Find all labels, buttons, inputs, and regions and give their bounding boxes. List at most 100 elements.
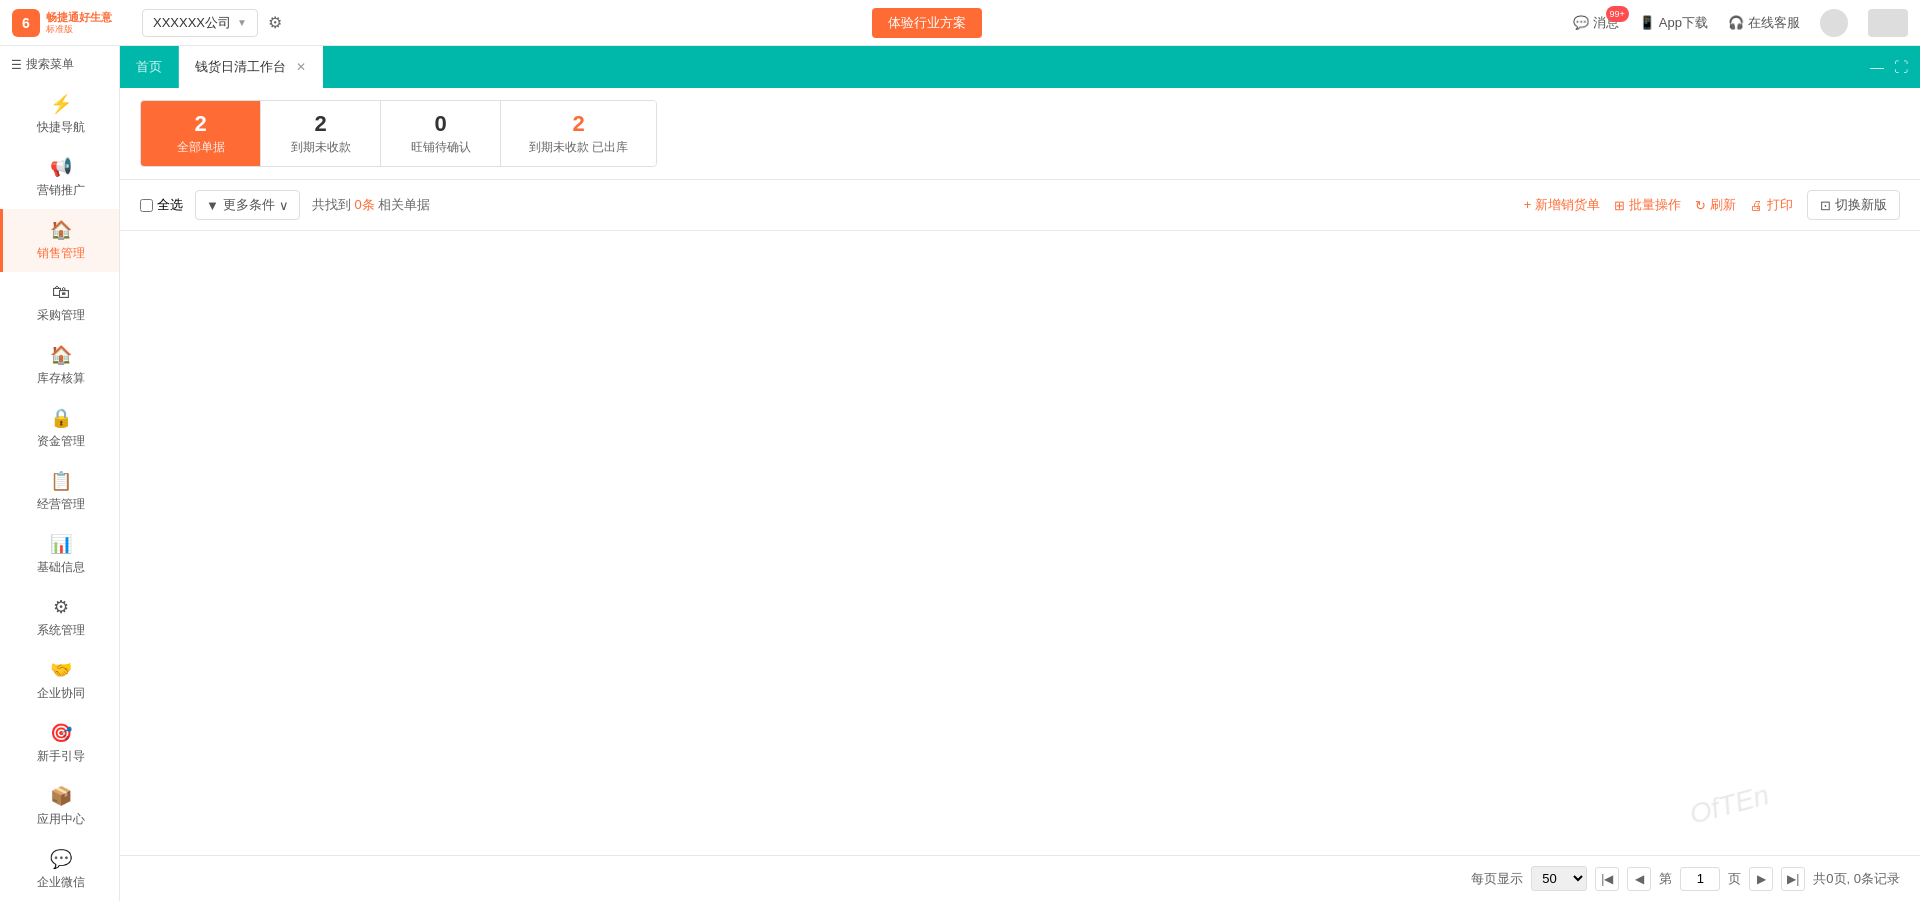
basic-info-label: 基础信息	[37, 559, 85, 576]
first-page-button[interactable]: |◀	[1595, 867, 1619, 891]
per-page-select[interactable]: 50 20 100 200	[1531, 866, 1587, 891]
sidebar-item-sales[interactable]: 🏠 销售管理	[0, 209, 119, 272]
tab-maximize-icon[interactable]: ⛶	[1894, 59, 1908, 75]
add-sale-button[interactable]: + 新增销货单	[1524, 196, 1600, 214]
tab-workbench[interactable]: 钱货日清工作台 ✕	[179, 46, 323, 88]
per-page-label: 每页显示	[1471, 870, 1523, 888]
stat-card-overdue[interactable]: 2 到期未收款	[261, 101, 381, 166]
sidebar-item-finance[interactable]: 🔒 资金管理	[0, 397, 119, 460]
print-button[interactable]: 🖨 打印	[1750, 196, 1793, 214]
search-menu-label: 搜索菜单	[26, 56, 74, 73]
system-icon: ⚙	[53, 596, 69, 618]
online-service-action[interactable]: 🎧 在线客服	[1728, 14, 1800, 32]
header-right: 💬 消息 99+ 📱 App下载 🎧 在线客服	[1573, 9, 1908, 37]
prev-page-button[interactable]: ◀	[1627, 867, 1651, 891]
tab-bar: 首页 钱货日清工作台 ✕ — ⛶	[120, 46, 1920, 88]
purchase-icon: 🛍	[52, 282, 70, 303]
stat-label-overdue: 到期未收款	[289, 139, 352, 156]
found-suffix: 相关单据	[378, 197, 430, 212]
select-all-checkbox[interactable]: 全选	[140, 196, 183, 214]
filter-arrow-icon: ∨	[279, 198, 289, 213]
operation-label: 经营管理	[37, 496, 85, 513]
batch-operation-button[interactable]: ⊞ 批量操作	[1614, 196, 1681, 214]
toolbar: 全选 ▼ 更多条件 ∨ 共找到 0条 相关单据 + 新增销货单 ⊞	[120, 180, 1920, 231]
logo-icon: 6	[12, 9, 40, 37]
quick-nav-label: 快捷导航	[37, 119, 85, 136]
sidebar-item-purchase[interactable]: 🛍 采购管理	[0, 272, 119, 334]
app-download-action[interactable]: 📱 App下载	[1639, 14, 1708, 32]
tab-actions: — ⛶	[1870, 59, 1920, 75]
finance-icon: 🔒	[50, 407, 72, 429]
sidebar-item-app-center[interactable]: 📦 应用中心	[0, 775, 119, 838]
finance-label: 资金管理	[37, 433, 85, 450]
refresh-button[interactable]: ↻ 刷新	[1695, 196, 1736, 214]
page-content: 2 全部单据 2 到期未收款 0 旺铺待确认 2 到期未收款 已出库	[120, 88, 1920, 901]
guide-label: 新手引导	[37, 748, 85, 765]
select-all-input[interactable]	[140, 199, 153, 212]
switch-version-button[interactable]: ⊡ 切换新版	[1807, 190, 1900, 220]
purchase-label: 采购管理	[37, 307, 85, 324]
content-area: 首页 钱货日清工作台 ✕ — ⛶ 2 全部单据	[120, 46, 1920, 901]
select-all-label: 全选	[157, 196, 183, 214]
table-area	[120, 231, 1920, 855]
found-text: 共找到 0条 相关单据	[312, 196, 430, 214]
quick-nav-icon: ⚡	[50, 93, 72, 115]
stat-card-overdue-shipped[interactable]: 2 到期未收款 已出库	[501, 101, 656, 166]
mobile-icon: 📱	[1639, 15, 1655, 30]
tab-workbench-label: 钱货日清工作台	[195, 58, 286, 76]
sidebar-item-basic-info[interactable]: 📊 基础信息	[0, 523, 119, 586]
pagination-footer: 每页显示 50 20 100 200 |◀ ◀ 第 页 ▶ ▶| 共0页, 0条…	[120, 855, 1920, 901]
tab-minimize-icon[interactable]: —	[1870, 59, 1884, 75]
stat-card-pending[interactable]: 0 旺铺待确认	[381, 101, 501, 166]
main-layout: ☰ 搜索菜单 ⚡ 快捷导航 📢 营销推广 🏠 销售管理 🛍 采购管理 🏠 库存核…	[0, 46, 1920, 901]
message-icon: 💬	[1573, 15, 1589, 30]
print-icon: 🖨	[1750, 198, 1763, 213]
sidebar-item-enterprise[interactable]: 🤝 企业协同	[0, 649, 119, 712]
wechat-icon: 💬	[50, 848, 72, 870]
sidebar-item-search-menu[interactable]: ☰ 搜索菜单	[0, 46, 119, 83]
company-name: XXXXXX公司	[153, 14, 231, 32]
user-extra[interactable]	[1868, 9, 1908, 37]
settings-icon[interactable]: ⚙	[268, 13, 282, 32]
company-arrow-icon: ▼	[237, 17, 247, 28]
tab-close-icon[interactable]: ✕	[296, 60, 306, 74]
stat-number-overdue: 2	[289, 111, 352, 137]
logo-text-wrap: 畅捷通好生意 标准版	[46, 11, 112, 35]
last-page-button[interactable]: ▶|	[1781, 867, 1805, 891]
company-selector[interactable]: XXXXXX公司 ▼	[142, 9, 258, 37]
headset-icon: 🎧	[1728, 15, 1744, 30]
message-action[interactable]: 💬 消息 99+	[1573, 14, 1619, 32]
operation-icon: 📋	[50, 470, 72, 492]
batch-icon: ⊞	[1614, 198, 1625, 213]
stat-card-all[interactable]: 2 全部单据	[141, 101, 261, 166]
sidebar-item-guide[interactable]: 🎯 新手引导	[0, 712, 119, 775]
sidebar-item-system[interactable]: ⚙ 系统管理	[0, 586, 119, 649]
stat-number-overdue-shipped: 2	[529, 111, 628, 137]
app-center-label: 应用中心	[37, 811, 85, 828]
toolbar-right: + 新增销货单 ⊞ 批量操作 ↻ 刷新 🖨 打印 ⊡	[1524, 190, 1900, 220]
sidebar-item-wechat[interactable]: 💬 企业微信	[0, 838, 119, 901]
experience-button[interactable]: 体验行业方案	[872, 8, 982, 38]
filter-button[interactable]: ▼ 更多条件 ∨	[195, 190, 300, 220]
next-page-button[interactable]: ▶	[1749, 867, 1773, 891]
stat-label-all: 全部单据	[169, 139, 232, 156]
app-download-label: App下载	[1659, 14, 1708, 32]
inventory-label: 库存核算	[37, 370, 85, 387]
switch-label: 切换新版	[1835, 196, 1887, 214]
refresh-label: 刷新	[1710, 196, 1736, 214]
print-label: 打印	[1767, 196, 1793, 214]
tab-home[interactable]: 首页	[120, 46, 179, 88]
sidebar-item-marketing[interactable]: 📢 营销推广	[0, 146, 119, 209]
marketing-label: 营销推广	[37, 182, 85, 199]
logo-main-text: 畅捷通好生意	[46, 11, 112, 24]
marketing-icon: 📢	[50, 156, 72, 178]
stat-label-overdue-shipped: 到期未收款 已出库	[529, 139, 628, 156]
page-number-input[interactable]	[1680, 867, 1720, 891]
filter-label: 更多条件	[223, 196, 275, 214]
sidebar-item-operation[interactable]: 📋 经营管理	[0, 460, 119, 523]
header-center: 体验行业方案	[282, 8, 1573, 38]
stat-number-all: 2	[169, 111, 232, 137]
sidebar-item-inventory[interactable]: 🏠 库存核算	[0, 334, 119, 397]
avatar[interactable]	[1820, 9, 1848, 37]
sidebar-item-quick-nav[interactable]: ⚡ 快捷导航	[0, 83, 119, 146]
